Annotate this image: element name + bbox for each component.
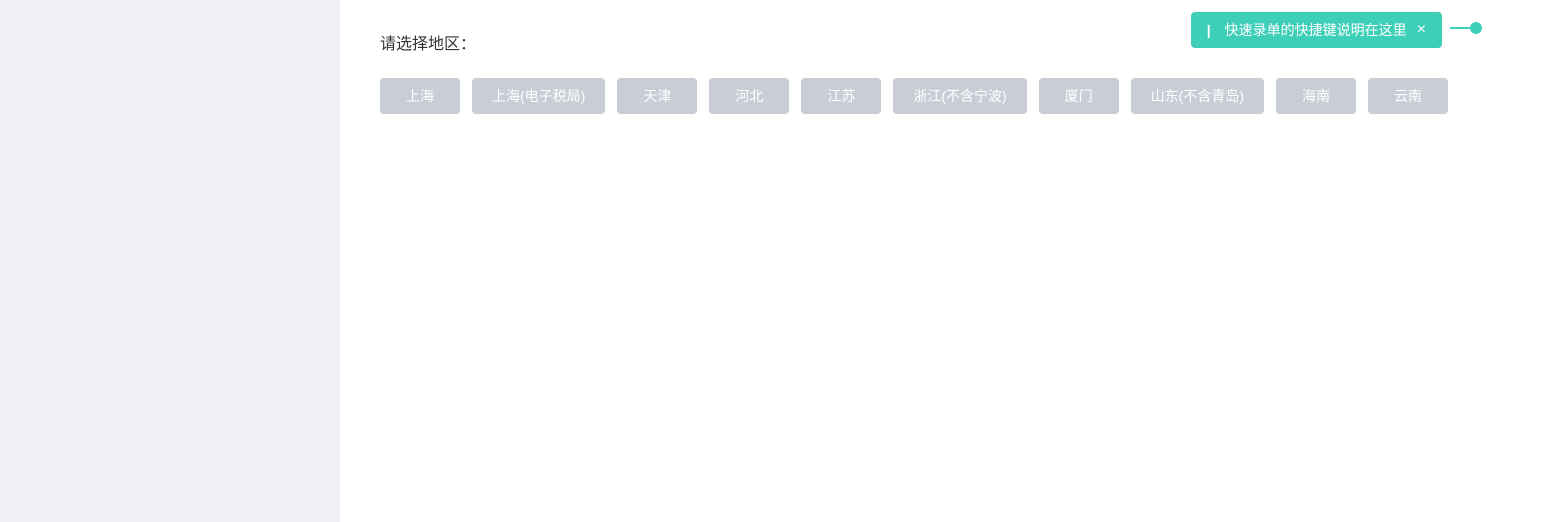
region-btn-tianjin[interactable]: 天津 [617,78,697,114]
tooltip-dot [1470,22,1482,34]
region-btn-yunnan[interactable]: 云南 [1368,78,1448,114]
region-btn-shanghai-etax[interactable]: 上海(电子税局) [472,78,605,114]
main-content: 请选择地区： 上海上海(电子税局)天津河北江苏浙江(不含宁波)厦门山东(不含青岛… [340,0,1562,522]
tooltip-text: 快速录单的快捷键说明在这里 [1225,20,1407,40]
region-btn-hebei[interactable]: 河北 [709,78,789,114]
region-btn-hainan[interactable]: 海南 [1276,78,1356,114]
tooltip-bar: 快速录单的快捷键说明在这里 × [1191,12,1442,48]
sidebar [0,0,340,522]
region-btn-shanghai[interactable]: 上海 [380,78,460,114]
region-btn-jiangsu[interactable]: 江苏 [801,78,881,114]
region-btn-xiamen[interactable]: 厦门 [1039,78,1119,114]
region-btn-zhejiang[interactable]: 浙江(不含宁波) [893,78,1026,114]
tooltip-close-button[interactable]: × [1417,21,1426,39]
region-buttons: 上海上海(电子税局) 天津河北江苏浙江(不含宁波) 厦门山东(不含青岛) 海南云南 [380,78,1522,114]
region-btn-shandong[interactable]: 山东(不含青岛) [1131,78,1264,114]
